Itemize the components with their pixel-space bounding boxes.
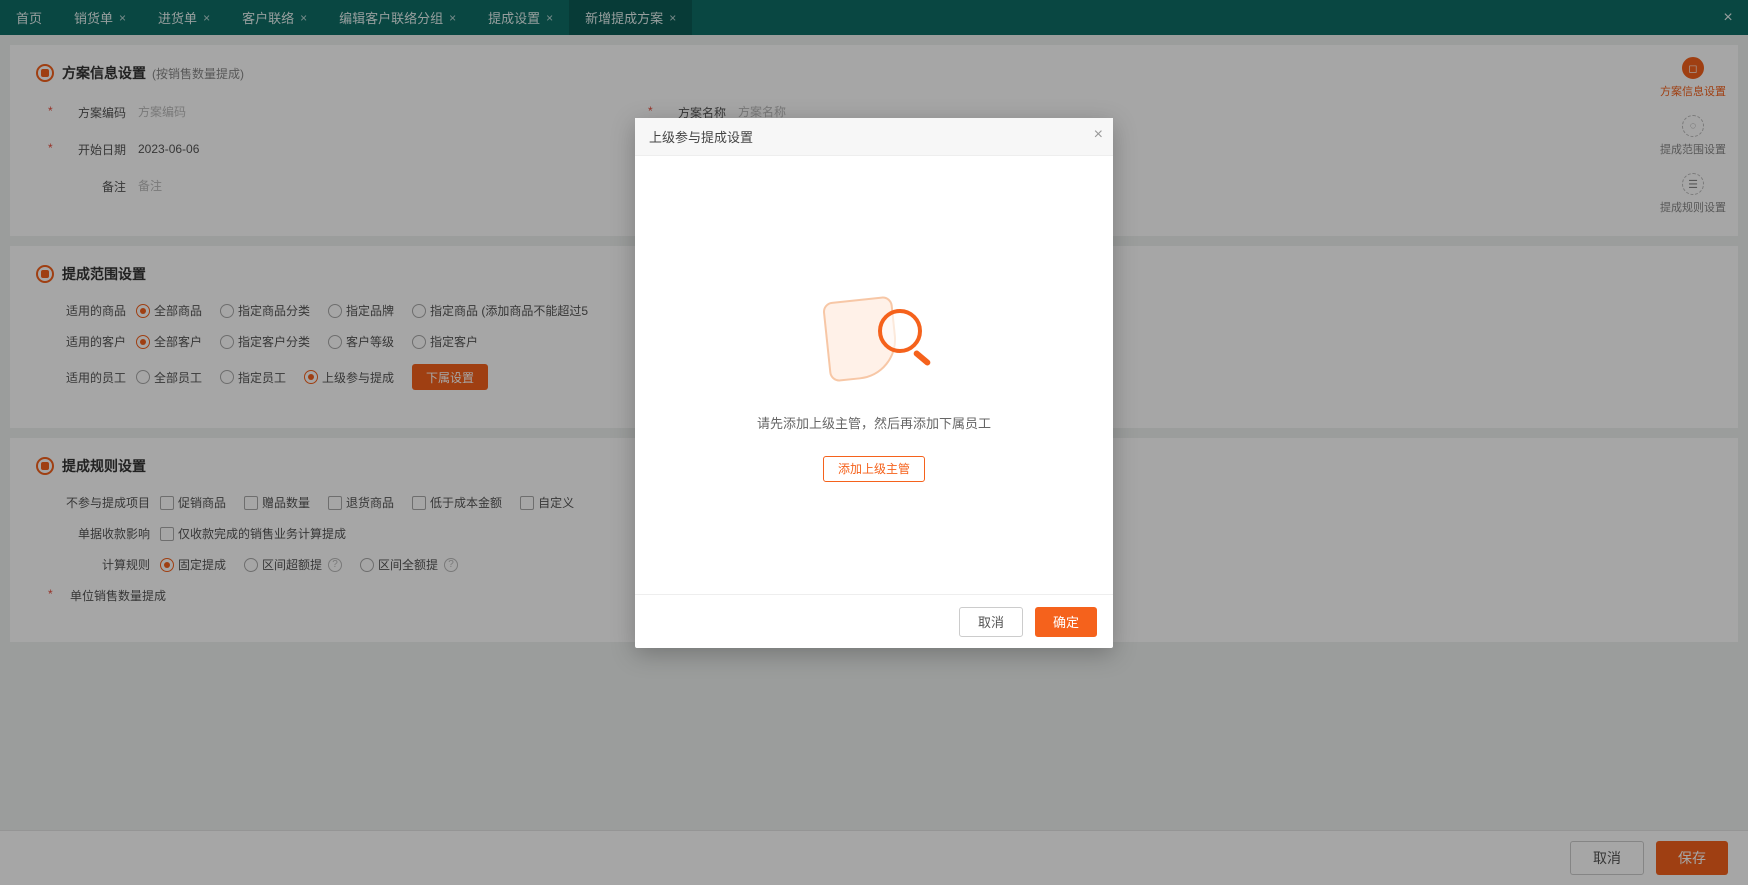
modal-overlay: 上级参与提成设置 × 请先添加上级主管，然后再添加下属员工 添加上级主管 取消 … <box>0 0 1748 885</box>
modal-body: 请先添加上级主管，然后再添加下属员工 添加上级主管 <box>635 156 1113 594</box>
modal-close-icon[interactable]: × <box>1094 126 1103 144</box>
modal-title: 上级参与提成设置 <box>649 127 753 146</box>
modal-header: 上级参与提成设置 × <box>635 118 1113 156</box>
modal-cancel-button[interactable]: 取消 <box>959 607 1023 637</box>
empty-illustration <box>814 279 934 389</box>
modal-confirm-button[interactable]: 确定 <box>1035 607 1097 637</box>
modal-superior-settings: 上级参与提成设置 × 请先添加上级主管，然后再添加下属员工 添加上级主管 取消 … <box>635 118 1113 648</box>
modal-hint: 请先添加上级主管，然后再添加下属员工 <box>757 413 991 432</box>
modal-footer: 取消 确定 <box>635 594 1113 648</box>
add-supervisor-button[interactable]: 添加上级主管 <box>823 456 925 482</box>
